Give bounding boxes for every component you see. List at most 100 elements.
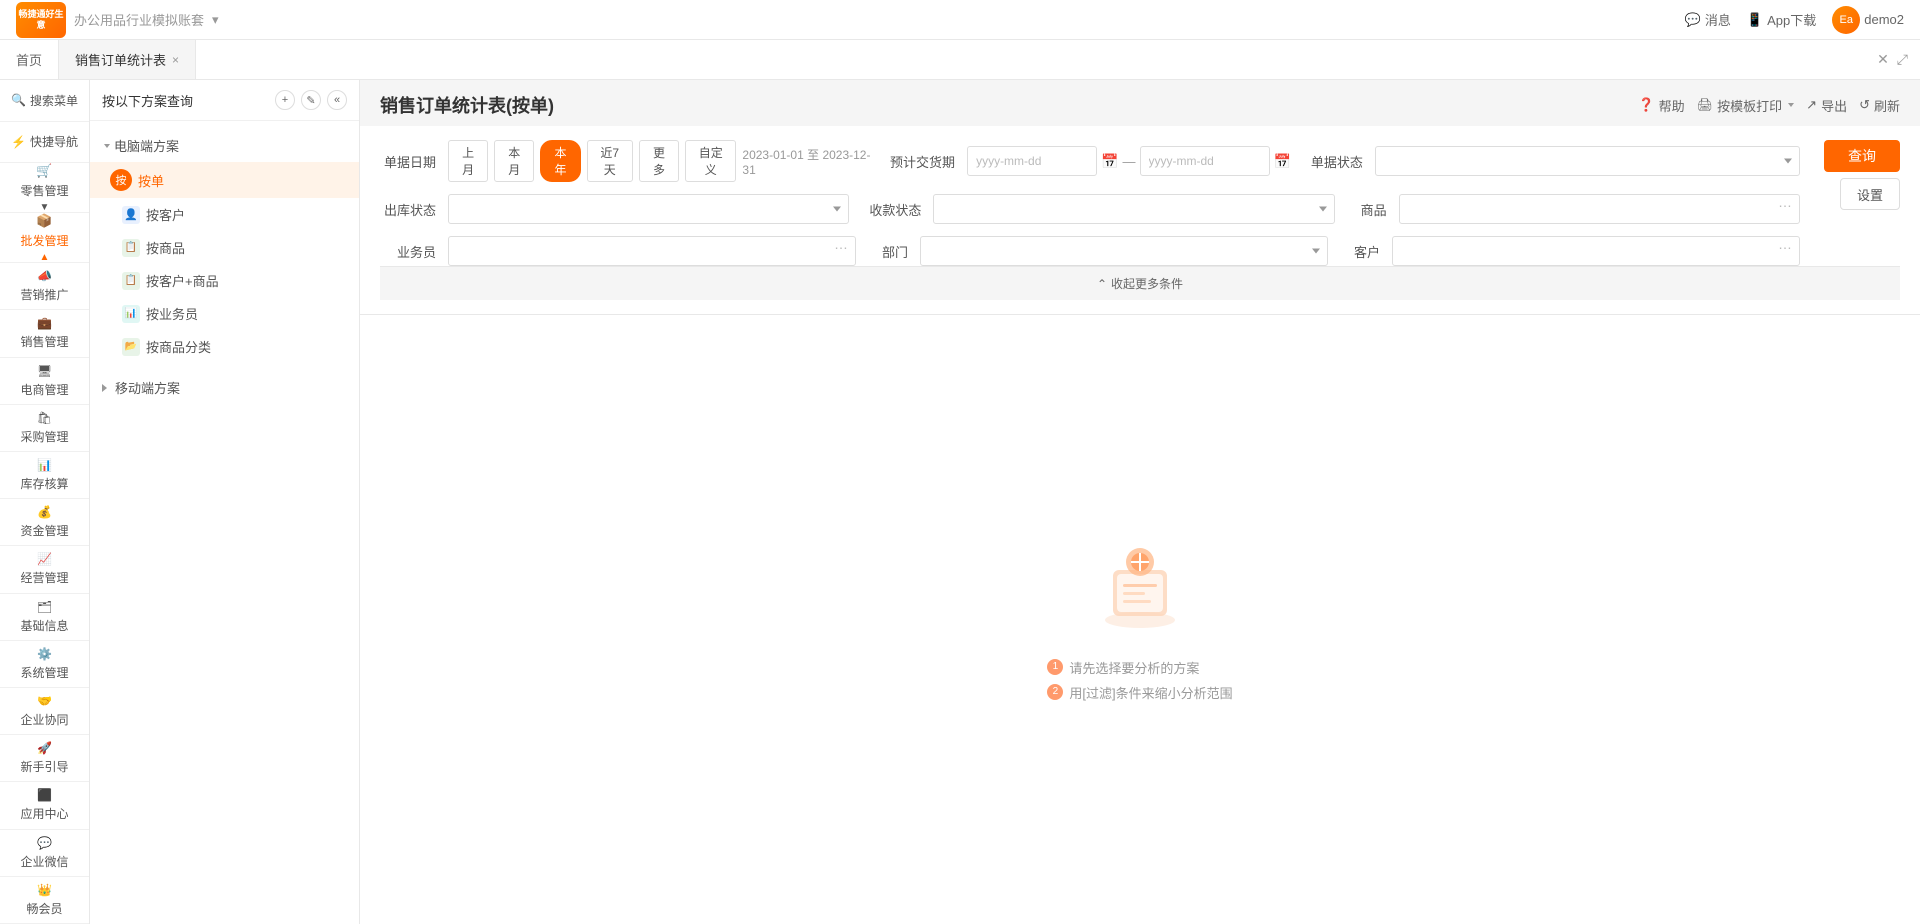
content: 按以下方案查询 + ✎ « 电脑端方案 按 按单: [90, 80, 1920, 924]
tree-item-by-goods[interactable]: 📋 按商品: [90, 231, 359, 264]
sidebar-search[interactable]: 🔍 搜索菜单: [0, 80, 89, 122]
calendar-start-icon[interactable]: 📅: [1101, 153, 1118, 170]
sidebar-item-wholesale[interactable]: 📦 批发管理 ▲: [0, 213, 89, 263]
forecast-date-start[interactable]: [967, 146, 1097, 176]
tree-item-by-salesperson[interactable]: 📊 按业务员: [90, 297, 359, 330]
customer-label: 客户: [1340, 242, 1380, 261]
by-salesperson-icon: 📊: [122, 305, 140, 323]
by-goods-label: 按商品: [146, 238, 185, 257]
add-scheme-btn[interactable]: +: [275, 90, 295, 110]
date-btn-last-month[interactable]: 上月: [448, 140, 488, 182]
sidebar-item-ecommerce[interactable]: 🖥 电商管理: [0, 358, 89, 405]
date-group: 上月 本月 本年 近7天 更多 自定义 2023-01-01 至 2023-12…: [448, 140, 873, 182]
tree-section-mobile-label: 移动端方案: [115, 378, 180, 397]
sidebar-item-operations[interactable]: 📈 经营管理: [0, 546, 89, 593]
tab-close-icon[interactable]: ×: [172, 53, 179, 67]
goods-input[interactable]: [1399, 194, 1800, 224]
by-category-icon: 📂: [122, 338, 140, 356]
sidebar-item-guide[interactable]: 🚀 新手引导: [0, 735, 89, 782]
customer-more-icon[interactable]: …: [1778, 236, 1792, 252]
app-download-btn[interactable]: 📱 App下载: [1747, 10, 1816, 29]
date-btn-custom[interactable]: 自定义: [685, 140, 736, 182]
tree-section-mobile[interactable]: 移动端方案: [90, 371, 359, 404]
by-customer-label: 按客户: [146, 205, 185, 224]
by-customer-icon: 👤: [122, 206, 140, 224]
topbar: 畅捷通好生意 办公用品行业模拟账套 ▾ 💬 消息 📱 App下载 Ea demo…: [0, 0, 1920, 40]
payment-field: [933, 194, 1334, 224]
tab-window-controls: ✕ ⤢: [1865, 51, 1920, 68]
tree-item-by-customer[interactable]: 👤 按客户: [90, 198, 359, 231]
goods-label: 商品: [1347, 200, 1387, 219]
sidebar-item-member[interactable]: 👑 畅会员: [0, 877, 89, 924]
tip-num-2: 2: [1047, 684, 1063, 700]
status-label: 单据状态: [1303, 152, 1363, 171]
sidebar-item-system[interactable]: ⚙️ 系统管理: [0, 641, 89, 688]
date-btn-this-month[interactable]: 本月: [494, 140, 534, 182]
salesperson-more-icon[interactable]: …: [834, 236, 848, 252]
collapse-panel-btn[interactable]: «: [327, 90, 347, 110]
edit-scheme-btn[interactable]: ✎: [301, 90, 321, 110]
wechat-icon: 💬: [37, 836, 52, 850]
customer-input[interactable]: [1392, 236, 1800, 266]
salesperson-input[interactable]: [448, 236, 856, 266]
help-btn[interactable]: ❓ 帮助: [1638, 96, 1684, 115]
sidebar-item-apps[interactable]: ⬛ 应用中心: [0, 782, 89, 829]
calendar-end-icon[interactable]: 📅: [1274, 153, 1291, 170]
retail-expand-icon: ▼: [40, 202, 50, 213]
print-btn[interactable]: 🖨 按模板打印: [1697, 96, 1795, 115]
query-button[interactable]: 查询: [1824, 140, 1900, 172]
message-btn[interactable]: 💬 消息: [1685, 10, 1731, 29]
empty-illustration: [1085, 532, 1195, 642]
sidebar-item-sales[interactable]: 💼 销售管理: [0, 310, 89, 357]
message-icon: 💬: [1685, 12, 1701, 28]
empty-tip-1: 1 请先选择要分析的方案: [1047, 658, 1232, 677]
sidebar-item-marketing[interactable]: 📣 营销推广: [0, 263, 89, 310]
sidebar-item-finance[interactable]: 💰 资金管理: [0, 499, 89, 546]
date-btn-last-7[interactable]: 近7天: [587, 140, 633, 182]
window-maximize-icon[interactable]: ⤢: [1897, 51, 1908, 68]
delivery-select[interactable]: [448, 194, 849, 224]
by-customer-goods-label: 按客户+商品: [146, 271, 219, 290]
status-field: [1375, 146, 1800, 176]
collapse-bar[interactable]: ⌃ 收起更多条件: [380, 266, 1900, 300]
payment-select[interactable]: [933, 194, 1334, 224]
goods-more-icon[interactable]: …: [1778, 194, 1792, 210]
tree-item-by-customer-goods[interactable]: 📋 按客户+商品: [90, 264, 359, 297]
nav-icon: ⚡: [11, 135, 26, 149]
action-buttons: 查询 设置: [1812, 140, 1900, 210]
sidebar-item-enterprise[interactable]: 🤝 企业协同: [0, 688, 89, 735]
customer-field: …: [1392, 236, 1800, 266]
sidebar-item-inventory[interactable]: 📊 库存核算: [0, 452, 89, 499]
department-field: [920, 236, 1328, 266]
sidebar-item-retail[interactable]: 🛒 零售管理 ▼: [0, 163, 89, 213]
forecast-date-end[interactable]: [1140, 146, 1270, 176]
tree-section-desktop[interactable]: 电脑端方案: [90, 129, 359, 162]
tab-active[interactable]: 销售订单统计表 ×: [59, 40, 196, 79]
date-dash: —: [1123, 154, 1136, 169]
date-btn-this-year[interactable]: 本年: [540, 140, 580, 182]
apps-icon: ⬛: [37, 788, 52, 802]
sidebar-item-purchase[interactable]: 🛍 采购管理: [0, 405, 89, 452]
tree-section-desktop-label: 电脑端方案: [114, 136, 179, 155]
by-order-label: 按单: [138, 171, 164, 190]
department-select[interactable]: [920, 236, 1328, 266]
sidebar-nav[interactable]: ⚡ 快捷导航: [0, 122, 89, 164]
logo: 畅捷通好生意: [16, 2, 66, 38]
left-panel: 按以下方案查询 + ✎ « 电脑端方案 按 按单: [90, 80, 360, 924]
sidebar-item-wechat[interactable]: 💬 企业微信: [0, 830, 89, 877]
date-btn-more[interactable]: 更多: [639, 140, 679, 182]
tab-home[interactable]: 首页: [0, 40, 59, 79]
tree-item-by-category[interactable]: 📂 按商品分类: [90, 330, 359, 363]
user-menu[interactable]: Ea demo2: [1832, 6, 1904, 34]
status-select[interactable]: [1375, 146, 1800, 176]
breadcrumb-dropdown-icon[interactable]: ▾: [212, 12, 219, 28]
tree-item-by-order[interactable]: 按 按单: [90, 162, 359, 198]
export-btn[interactable]: ↗ 导出: [1806, 96, 1847, 115]
refresh-btn[interactable]: ↺ 刷新: [1859, 96, 1900, 115]
delivery-field: [448, 194, 849, 224]
sidebar-item-basic[interactable]: 🗂 基础信息: [0, 594, 89, 641]
export-icon: ↗: [1806, 97, 1817, 113]
settings-button[interactable]: 设置: [1840, 178, 1900, 210]
window-close-icon[interactable]: ✕: [1877, 51, 1889, 68]
basic-icon: 🗂: [37, 600, 52, 614]
